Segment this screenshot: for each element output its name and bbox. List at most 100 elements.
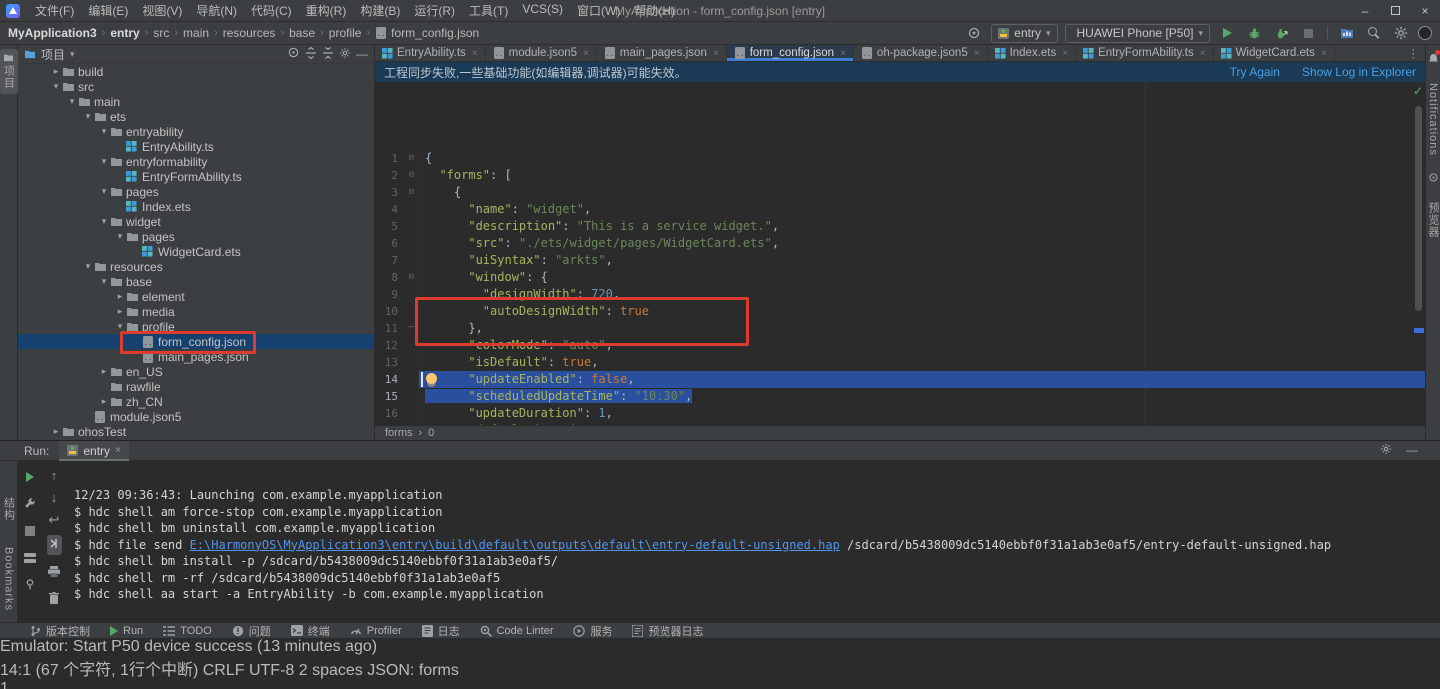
editor-tab[interactable]: {..}form_config.json × — [726, 45, 854, 61]
device-manager-icon[interactable] — [964, 23, 984, 43]
tree-row[interactable]: ▸ build — [18, 64, 374, 79]
breadcrumb-forms[interactable]: forms — [385, 427, 413, 439]
stop-button[interactable] — [1298, 23, 1318, 43]
chevron-down-icon[interactable]: ▾ — [114, 231, 126, 242]
breadcrumb-item[interactable]: main — [183, 26, 209, 40]
code-editor[interactable]: 1 ⊟{2 ⊟ "forms": [3 ⊟ {4 "name": "widget", 5… — [375, 82, 1425, 425]
tree-row[interactable]: ▾ ets — [18, 109, 374, 124]
collapse-all-button[interactable] — [322, 46, 334, 62]
menu-item[interactable]: 编辑(E) — [81, 0, 135, 21]
tree-row[interactable]: ▾ profile — [18, 319, 374, 334]
tree-row[interactable]: ▾ widget — [18, 214, 374, 229]
scrollbar-thumb[interactable] — [1415, 106, 1422, 311]
menu-item[interactable]: 运行(R) — [407, 0, 462, 21]
chevron-down-icon[interactable]: ▾ — [98, 276, 110, 287]
chevron-right-icon[interactable]: ▸ — [98, 366, 110, 377]
close-tab-icon[interactable]: × — [583, 48, 589, 59]
sidebar-tab-notifications[interactable]: Notifications — [1427, 83, 1439, 156]
soft-wrap-button[interactable]: ↩ — [49, 513, 60, 526]
tree-row[interactable]: ▾ main — [18, 94, 374, 109]
chevron-right-icon[interactable]: ▸ — [50, 66, 62, 77]
menu-item[interactable]: 文件(F) — [28, 0, 81, 21]
chevron-down-icon[interactable]: ▾ — [98, 126, 110, 137]
tool-window-button-services[interactable]: 服务 — [573, 623, 612, 639]
tree-row[interactable]: ▸ element — [18, 289, 374, 304]
sidebar-tab-structure[interactable]: 结构 — [1, 497, 17, 521]
hide-panel-button[interactable]: — — [356, 47, 368, 61]
tool-window-button-log[interactable]: 日志 — [421, 623, 460, 639]
sidebar-tab-previewer[interactable]: 预览器 — [1425, 202, 1440, 238]
previewer-icon[interactable] — [1428, 170, 1439, 188]
stop-process-button[interactable] — [25, 523, 35, 541]
tree-row[interactable]: ▾ pages — [18, 229, 374, 244]
menu-item[interactable]: 代码(C) — [244, 0, 299, 21]
tool-window-button-profiler[interactable]: Profiler — [350, 625, 402, 637]
error-stripe-selection-mark[interactable] — [1414, 328, 1424, 333]
tree-row[interactable]: ▾ base — [18, 274, 374, 289]
close-button[interactable]: × — [1410, 0, 1440, 22]
clear-console-button[interactable] — [49, 591, 59, 609]
tree-row[interactable]: ▸ media — [18, 304, 374, 319]
breadcrumb-item[interactable]: profile — [329, 26, 362, 40]
settings-button[interactable] — [1391, 23, 1411, 43]
notifications-bell-icon[interactable] — [1428, 50, 1440, 69]
breadcrumb-item[interactable]: src — [153, 26, 169, 40]
down-stack-trace-button[interactable]: ↓ — [51, 491, 58, 504]
tree-row[interactable]: rawfile — [18, 379, 374, 394]
close-tab-icon[interactable]: × — [1200, 48, 1206, 59]
editor-tab[interactable]: EntryFormAbility.ts × — [1076, 45, 1214, 61]
debug-button[interactable] — [1244, 23, 1264, 43]
attach-debugger-button[interactable] — [1271, 23, 1291, 43]
breadcrumb-index[interactable]: 0 — [428, 427, 434, 439]
close-tab-icon[interactable]: × — [713, 48, 719, 59]
tree-row[interactable]: ▸ en_US — [18, 364, 374, 379]
show-log-link[interactable]: Show Log in Explorer — [1302, 65, 1416, 79]
chevron-down-icon[interactable]: ▾ — [114, 321, 126, 332]
run-settings-button[interactable] — [1380, 443, 1392, 458]
editor-tab[interactable]: WidgetCard.ets × — [1214, 45, 1335, 61]
caret-position[interactable]: 14:1 (67 个字符, 1行个中断) — [0, 662, 198, 679]
sidebar-tab-bookmarks[interactable]: Bookmarks — [3, 547, 15, 611]
chevron-down-icon[interactable]: ▾ — [50, 81, 62, 92]
tree-row[interactable]: Index.ets — [18, 199, 374, 214]
minimize-button[interactable]: – — [1350, 0, 1380, 22]
chevron-down-icon[interactable]: ▾ — [66, 96, 78, 107]
editor-tab[interactable]: {..}module.json5 × — [486, 45, 597, 61]
tool-window-button-problems[interactable]: 问题 — [232, 623, 271, 639]
chevron-right-icon[interactable]: ▸ — [114, 306, 126, 317]
pin-tab-button[interactable] — [24, 577, 36, 595]
tool-window-button-previewer-log[interactable]: 预览器日志 — [632, 623, 703, 639]
menu-item[interactable]: VCS(S) — [515, 0, 570, 21]
breadcrumb-item[interactable]: MyApplication3 — [8, 26, 97, 40]
tree-row[interactable]: ▾ entryability — [18, 124, 374, 139]
breadcrumb-item[interactable]: form_config.json — [391, 26, 479, 40]
close-tab-icon[interactable]: × — [115, 445, 121, 456]
tool-window-button-branch[interactable]: 版本控制 — [30, 623, 90, 639]
tree-row[interactable]: EntryAbility.ts — [18, 139, 374, 154]
editor-tab[interactable]: EntryAbility.ts × — [375, 45, 486, 61]
close-tab-icon[interactable]: × — [1062, 48, 1068, 59]
close-tab-icon[interactable]: × — [1321, 48, 1327, 59]
chevron-down-icon[interactable]: ▾ — [98, 186, 110, 197]
chevron-right-icon[interactable]: ▸ — [114, 291, 126, 302]
maximize-button[interactable] — [1380, 0, 1410, 22]
tree-row[interactable]: {..} form_config.json — [18, 334, 374, 349]
sidebar-tab-project[interactable]: 项目 — [0, 49, 18, 94]
breadcrumb-item[interactable]: entry — [110, 26, 139, 40]
chevron-down-icon[interactable]: ▾ — [98, 216, 110, 227]
menu-item[interactable]: 构建(B) — [353, 0, 407, 21]
inspections-ok-icon[interactable]: ✓ — [1413, 84, 1423, 98]
fold-marker[interactable]: ⊟ — [405, 269, 419, 286]
chevron-down-icon[interactable]: ▾ — [82, 261, 94, 272]
run-tab-entry[interactable]: entry × — [59, 440, 129, 461]
tree-row[interactable]: ▾ entryformability — [18, 154, 374, 169]
tree-row[interactable]: {..} module.json5 — [18, 409, 374, 424]
chevron-right-icon[interactable]: ▸ — [98, 396, 110, 407]
expand-all-button[interactable] — [305, 46, 317, 62]
breadcrumb-item[interactable]: base — [289, 26, 315, 40]
close-tab-icon[interactable]: × — [472, 48, 478, 59]
account-avatar[interactable] — [1418, 26, 1432, 40]
panel-settings-button[interactable] — [339, 47, 351, 62]
tool-window-button-terminal[interactable]: 终端 — [290, 623, 330, 639]
status-message[interactable]: Emulator: Start P50 device success (13 m… — [0, 638, 377, 655]
